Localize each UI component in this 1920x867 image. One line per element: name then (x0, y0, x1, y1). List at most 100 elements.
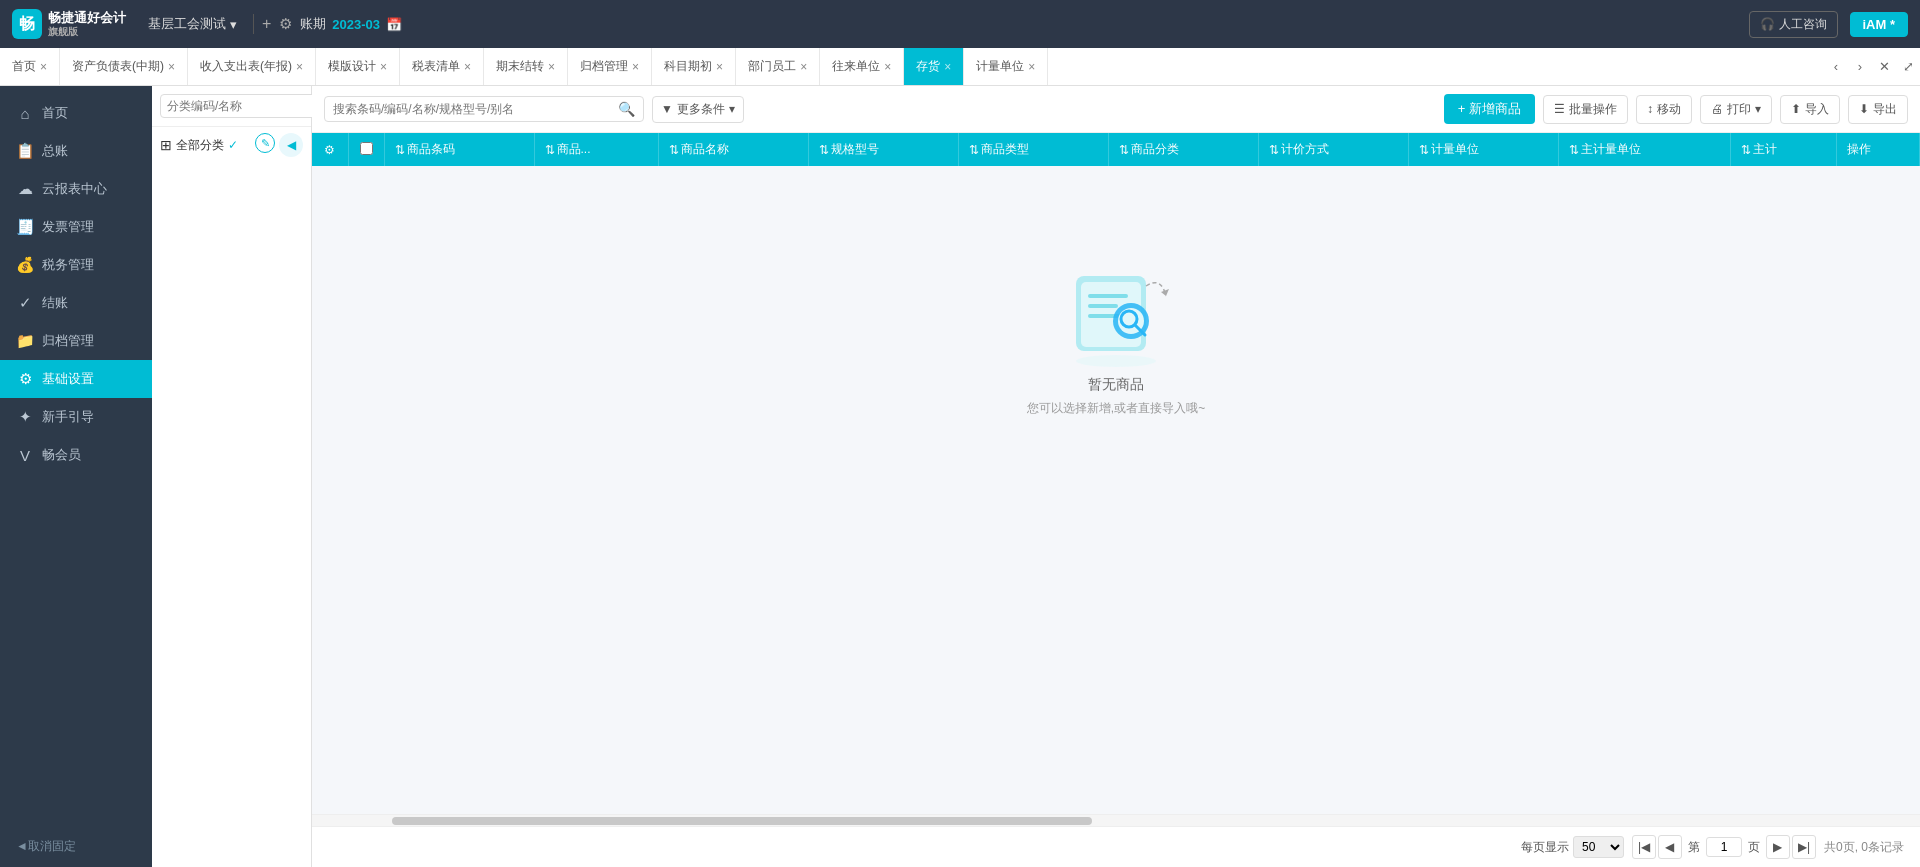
last-page-button[interactable]: ▶| (1792, 835, 1816, 859)
tab-计量单位[interactable]: 计量单位 × (964, 48, 1048, 86)
print-button[interactable]: 🖨 打印 ▾ (1700, 95, 1772, 124)
more-filter-button[interactable]: ▼ 更多条件 ▾ (652, 96, 744, 123)
sidebar-item-reports[interactable]: ☁云报表中心 (0, 170, 152, 208)
th-barcode[interactable]: ⇅ 商品条码 (384, 133, 534, 166)
tab-expand-button[interactable]: ⤢ (1896, 48, 1920, 86)
export-icon: ⬇ (1859, 102, 1869, 116)
sidebar-item-settings[interactable]: ⚙基础设置 (0, 360, 152, 398)
page-label: 第 (1684, 839, 1704, 856)
table-scrollbar[interactable] (312, 814, 1920, 826)
import-button[interactable]: ⬆ 导入 (1780, 95, 1840, 124)
sidebar-item-invoice[interactable]: 🧾发票管理 (0, 208, 152, 246)
tab-close-icon[interactable]: × (1028, 60, 1035, 74)
settings-icon[interactable]: ⚙ (279, 15, 292, 33)
tab-close-icon[interactable]: × (800, 60, 807, 74)
tab-资产负债表(中期)[interactable]: 资产负债表(中期)× (60, 48, 188, 86)
tab-模版设计[interactable]: 模版设计× (316, 48, 400, 86)
sidebar-label: 归档管理 (42, 332, 94, 350)
tab-next-button[interactable]: › (1848, 48, 1872, 86)
tab-label: 首页 (12, 58, 36, 75)
search-icon[interactable]: 🔍 (618, 101, 635, 117)
th-name[interactable]: ⇅ 商品名称 (658, 133, 808, 166)
app-subtitle: 旗舰版 (48, 26, 126, 38)
sidebar-label: 基础设置 (42, 370, 94, 388)
all-category-button[interactable]: ⊞ 全部分类 ✓ (160, 137, 238, 154)
table-scrollbar-thumb[interactable] (392, 817, 1092, 825)
tab-税表清单[interactable]: 税表清单× (400, 48, 484, 86)
filter-icon: ▼ (661, 102, 673, 116)
batch-icon: ☰ (1554, 102, 1565, 116)
next-page-button[interactable]: ▶ (1766, 835, 1790, 859)
tab-部门员工[interactable]: 部门员工× (736, 48, 820, 86)
sidebar-item-ledger[interactable]: 📋总账 (0, 132, 152, 170)
th-checkbox[interactable] (348, 133, 384, 166)
collapse-panel-button[interactable]: ◀ (279, 133, 303, 157)
export-button[interactable]: ⬇ 导出 (1848, 95, 1908, 124)
sidebar-item-home[interactable]: ⌂首页 (0, 94, 152, 132)
sidebar-item-close[interactable]: ✓结账 (0, 284, 152, 322)
th-settings[interactable]: ⚙ (312, 133, 348, 166)
calendar-icon[interactable]: 📅 (386, 17, 402, 32)
tab-存货[interactable]: 存货× (904, 48, 964, 86)
tab-close-icon[interactable]: × (380, 60, 387, 74)
grid-icon: ⊞ (160, 137, 172, 153)
tab-收入支出表(年报)[interactable]: 收入支出表(年报)× (188, 48, 316, 86)
tab-期末结转[interactable]: 期末结转 × (484, 48, 568, 86)
sidebar-item-guide[interactable]: ✦新手引导 (0, 398, 152, 436)
batch-operation-button[interactable]: ☰ 批量操作 (1543, 95, 1628, 124)
th-code[interactable]: ⇅ 商品... (534, 133, 658, 166)
tab-close-icon[interactable]: × (168, 60, 175, 74)
tab-close-icon[interactable]: × (548, 60, 555, 74)
th-main-unit[interactable]: ⇅ 主计量单位 (1558, 133, 1730, 166)
tab-close-icon[interactable]: × (296, 60, 303, 74)
page-size-select[interactable]: 50 100 200 (1573, 836, 1624, 858)
th-unit[interactable]: ⇅ 计量单位 (1408, 133, 1558, 166)
tab-close-icon[interactable]: × (716, 60, 723, 74)
tab-prev-button[interactable]: ‹ (1824, 48, 1848, 86)
sidebar-item-member[interactable]: V畅会员 (0, 436, 152, 474)
kuaiji-button[interactable]: iAM * (1850, 12, 1909, 37)
tab-close-icon[interactable]: × (464, 60, 471, 74)
add-product-button[interactable]: + 新增商品 (1444, 94, 1535, 124)
unpin-sidebar-button[interactable]: ◄取消固定 (0, 826, 152, 867)
sidebar-label: 发票管理 (42, 218, 94, 236)
tax-icon: 💰 (16, 256, 34, 274)
tab-close-icon[interactable]: × (632, 60, 639, 74)
th-spec[interactable]: ⇅ 规格型号 (808, 133, 958, 166)
tab-close-icon[interactable]: × (884, 60, 891, 74)
th-type[interactable]: ⇅ 商品类型 (958, 133, 1108, 166)
sidebar-item-tax[interactable]: 💰税务管理 (0, 246, 152, 284)
tab-label: 计量单位 (976, 58, 1024, 75)
tab-科目期初[interactable]: 科目期初× (652, 48, 736, 86)
category-search-input[interactable] (160, 94, 324, 118)
page-unit-label: 页 (1744, 839, 1764, 856)
th-category[interactable]: ⇅ 商品分类 (1108, 133, 1258, 166)
pagination: 每页显示 50 100 200 |◀ ◀ 第 页 ▶ (312, 826, 1920, 867)
tab-往来单位[interactable]: 往来单位× (820, 48, 904, 86)
category-actions: ✎ ◀ (255, 133, 303, 157)
move-button[interactable]: ↕ 移动 (1636, 95, 1692, 124)
guide-icon: ✦ (16, 408, 34, 426)
category-edit-icon[interactable]: ✎ (255, 133, 275, 153)
print-chevron-icon: ▾ (1755, 102, 1761, 116)
consult-button[interactable]: 🎧 人工咨询 (1749, 11, 1838, 38)
page-number-input[interactable] (1706, 837, 1742, 857)
select-all-checkbox[interactable] (360, 142, 373, 155)
category-header: ⊞ 全部分类 ✓ ✎ ◀ (152, 127, 311, 163)
tab-close-icon[interactable]: × (944, 60, 951, 74)
company-name: 基层工会测试 (148, 15, 226, 33)
tab-归档管理[interactable]: 归档管理× (568, 48, 652, 86)
first-page-button[interactable]: |◀ (1632, 835, 1656, 859)
company-selector[interactable]: 基层工会测试 ▾ (140, 11, 245, 37)
tab-首页[interactable]: 首页 × (0, 48, 60, 86)
home-icon: ⌂ (16, 104, 34, 122)
add-tab-icon[interactable]: + (262, 15, 271, 33)
tab-close-all-button[interactable]: ✕ (1872, 48, 1896, 86)
product-search-input[interactable] (333, 102, 614, 116)
prev-page-button[interactable]: ◀ (1658, 835, 1682, 859)
th-main-calc[interactable]: ⇅ 主计 (1730, 133, 1836, 166)
th-price-method[interactable]: ⇅ 计价方式 (1258, 133, 1408, 166)
sidebar-item-archive[interactable]: 📁归档管理 (0, 322, 152, 360)
tab-label: 期末结转 (496, 58, 544, 75)
tab-close-icon[interactable]: × (40, 60, 47, 74)
